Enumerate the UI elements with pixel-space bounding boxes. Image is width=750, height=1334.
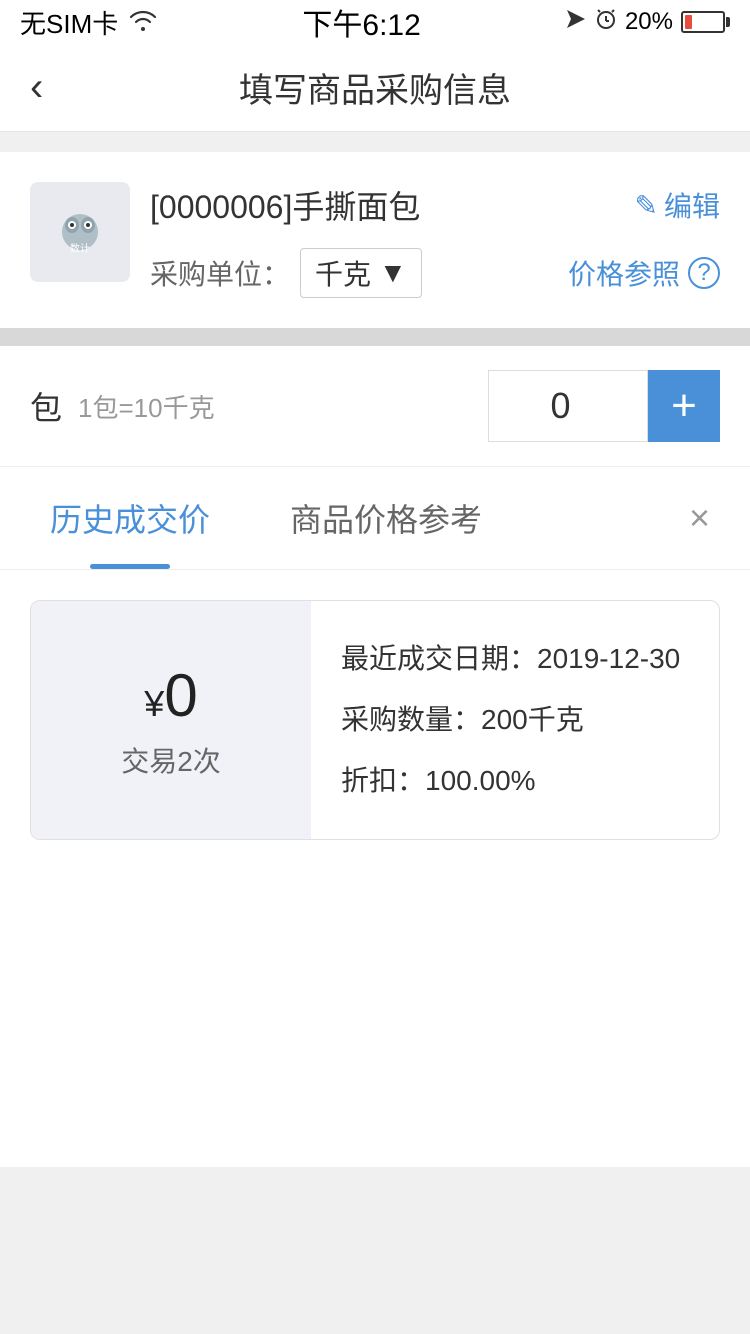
section-divider [0, 328, 750, 346]
edit-button[interactable]: ✎ 编辑 [635, 185, 720, 225]
price-cards-area: ¥0 交易2次 最近成交日期：2019-12-30 采购数量：200千克 折扣：… [0, 570, 750, 870]
price-card-right: 最近成交日期：2019-12-30 采购数量：200千克 折扣：100.00% [311, 601, 719, 839]
trade-count: 交易2次 [121, 740, 221, 780]
price-ref-button[interactable]: 价格参照 ? [568, 253, 720, 293]
tab-close-button[interactable]: × [679, 487, 720, 549]
location-icon [565, 8, 587, 37]
page-title: 填写商品采购信息 [239, 63, 511, 112]
status-time: 下午6:12 [302, 0, 420, 44]
bottom-panel: 历史成交价 商品价格参考 × ¥0 交易2次 最近成交日期：2019-12-30… [0, 467, 750, 1167]
price-display: ¥0 [144, 661, 197, 730]
tab-price-ref[interactable]: 商品价格参考 [270, 467, 502, 569]
product-logo-icon: 数计 [50, 197, 110, 267]
product-section: 数计 [0000006]手撕面包 ✎ 编辑 采购单位： 千克 ▼ [0, 152, 750, 328]
tab-history-price[interactable]: 历史成交价 [30, 467, 230, 569]
battery-icon [681, 11, 730, 33]
quantity-section: 包 1包=10千克 + [0, 346, 750, 467]
price-card: ¥0 交易2次 最近成交日期：2019-12-30 采购数量：200千克 折扣：… [30, 600, 720, 840]
purchase-qty-row: 采购数量：200千克 [341, 698, 689, 743]
qty-unit-label: 包 [30, 383, 62, 429]
nav-bar: ‹ 填写商品采购信息 [0, 44, 750, 132]
status-right: 20% [565, 8, 730, 37]
product-name: [0000006]手撕面包 [150, 182, 420, 228]
qty-input[interactable] [488, 370, 648, 442]
alarm-icon [595, 8, 617, 37]
qty-conversion-label: 1包=10千克 [78, 388, 215, 425]
discount-row: 折扣：100.00% [341, 759, 689, 804]
back-button[interactable]: ‹ [30, 65, 43, 110]
svg-text:数计: 数计 [70, 242, 90, 255]
price-card-left: ¥0 交易2次 [31, 601, 311, 839]
recent-date-row: 最近成交日期：2019-12-30 [341, 637, 689, 682]
unit-selector[interactable]: 千克 ▼ [300, 248, 422, 298]
wifi-icon [128, 7, 158, 38]
product-info: [0000006]手撕面包 ✎ 编辑 采购单位： 千克 ▼ 价格参照 ? [150, 182, 720, 298]
dropdown-arrow-icon: ▼ [379, 257, 407, 289]
help-icon: ? [688, 257, 720, 289]
status-bar: 无SIM卡 下午6:12 20% [0, 0, 750, 44]
carrier-text: 无SIM卡 [20, 4, 118, 41]
qty-input-group: + [488, 370, 720, 442]
edit-icon: ✎ [635, 189, 658, 222]
tab-bar: 历史成交价 商品价格参考 × [0, 467, 750, 570]
qty-plus-button[interactable]: + [648, 370, 720, 442]
unit-label: 采购单位： [150, 253, 290, 293]
product-thumbnail: 数计 [30, 182, 130, 282]
status-left: 无SIM卡 [20, 4, 158, 41]
battery-percent: 20% [625, 8, 673, 36]
